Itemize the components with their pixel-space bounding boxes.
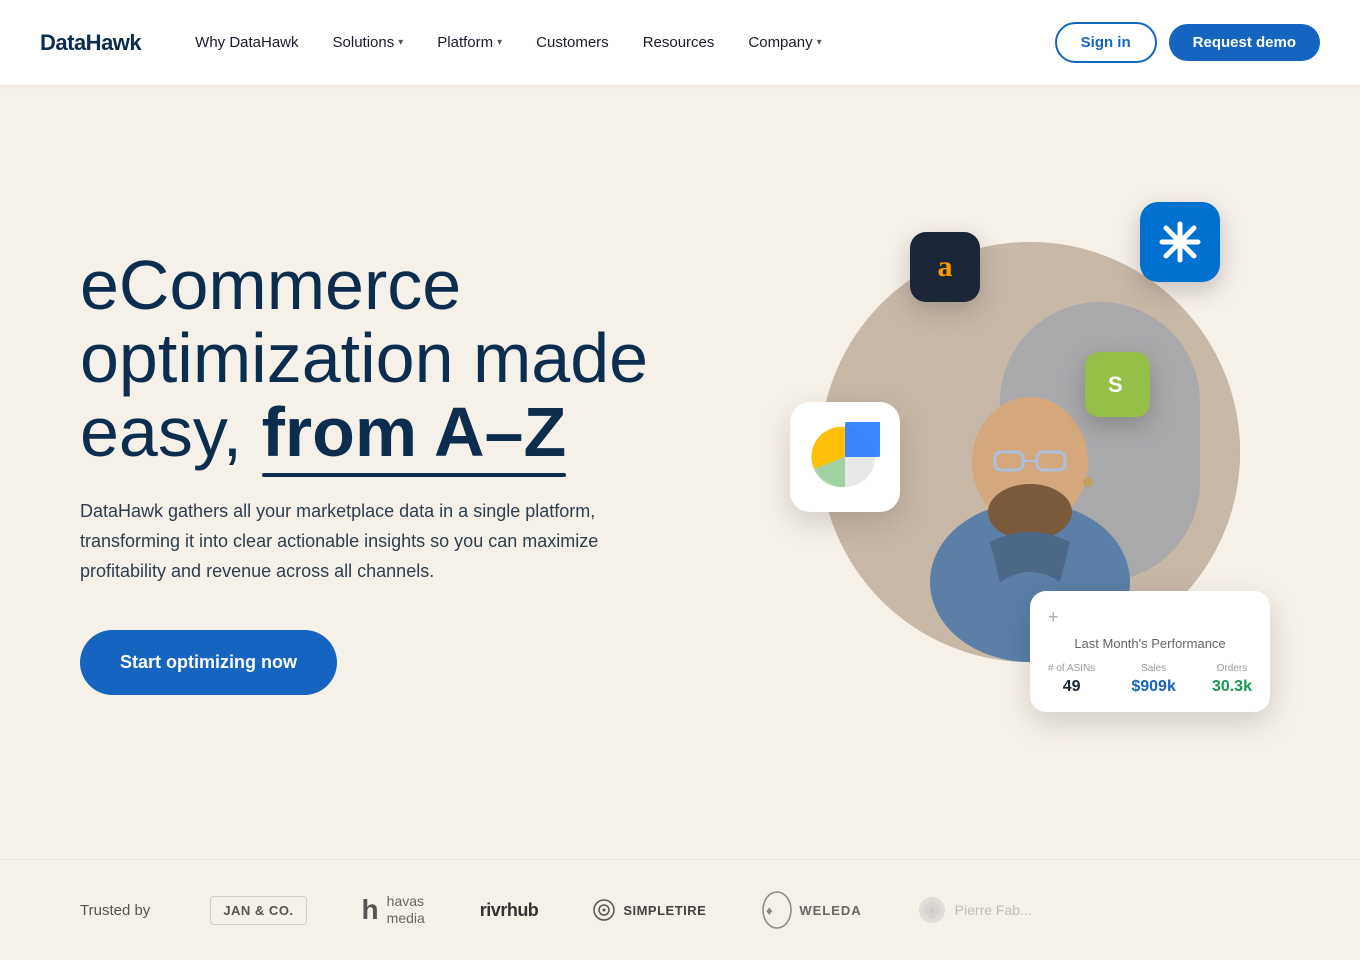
trusted-by-bar: Trusted by JAN & CO. h havasmedia rivrhu… — [0, 859, 1360, 960]
svg-text:S: S — [1108, 372, 1123, 397]
pie-chart-svg — [810, 422, 880, 492]
nav-link-resources[interactable]: Resources — [629, 26, 729, 59]
metric-sales-value: $909k — [1131, 678, 1176, 696]
metric-asins-value: 49 — [1048, 678, 1095, 696]
shopify-icon: S — [1085, 352, 1150, 417]
metric-orders: Orders 30.3k — [1212, 663, 1252, 696]
logo-weleda: ♦ WELEDA — [761, 890, 861, 930]
amazon-icon: a — [910, 232, 980, 302]
start-optimizing-button[interactable]: Start optimizing now — [80, 630, 337, 695]
nav-link-company[interactable]: Company ▾ — [734, 26, 835, 59]
logo-simpletire: SIMPLETIRE — [593, 899, 706, 921]
nav-logo[interactable]: DataHawk — [40, 30, 141, 56]
nav-link-why[interactable]: Why DataHawk — [181, 26, 312, 59]
hero-title: eCommerce optimization made easy, from A… — [80, 249, 690, 470]
hero-right: a S — [690, 182, 1300, 762]
metric-sales-label: Sales — [1131, 663, 1176, 674]
trusted-label: Trusted by — [80, 902, 150, 919]
logo-havas: h havasmedia — [362, 893, 425, 927]
walmart-icon — [1140, 202, 1220, 282]
chevron-down-icon: ▾ — [817, 37, 822, 48]
nav-links: Why DataHawk Solutions ▾ Platform ▾ Cust… — [181, 26, 1054, 59]
nav-link-customers[interactable]: Customers — [522, 26, 623, 59]
metric-orders-value: 30.3k — [1212, 678, 1252, 696]
metric-orders-label: Orders — [1212, 663, 1252, 674]
chevron-down-icon: ▾ — [497, 37, 502, 48]
metric-asins: # of ASINs 49 — [1048, 663, 1095, 696]
logo-rivrhub: rivrhub — [480, 900, 539, 921]
nav-link-platform[interactable]: Platform ▾ — [423, 26, 516, 59]
pie-chart-card — [790, 402, 900, 512]
metric-asins-label: # of ASINs — [1048, 663, 1095, 674]
request-demo-button[interactable]: Request demo — [1169, 24, 1320, 61]
hero-description: DataHawk gathers all your marketplace da… — [80, 497, 640, 586]
hero-left: eCommerce optimization made easy, from A… — [80, 249, 690, 696]
logo-pierre-fabre: Pierre Fab... — [917, 895, 1032, 925]
logo-jordan: JAN & CO. — [210, 896, 306, 925]
perf-plus-icon: + — [1048, 607, 1252, 628]
navbar: DataHawk Why DataHawk Solutions ▾ Platfo… — [0, 0, 1360, 85]
nav-actions: Sign in Request demo — [1055, 22, 1320, 63]
perf-metrics: # of ASINs 49 Sales $909k Orders 30.3k — [1048, 663, 1252, 696]
chevron-down-icon: ▾ — [398, 37, 403, 48]
perf-card-title: Last Month's Performance — [1048, 636, 1252, 651]
nav-link-solutions[interactable]: Solutions ▾ — [319, 26, 418, 59]
metric-sales: Sales $909k — [1131, 663, 1176, 696]
svg-text:♦: ♦ — [766, 903, 773, 918]
signin-button[interactable]: Sign in — [1055, 22, 1157, 63]
performance-card: + Last Month's Performance # of ASINs 49… — [1030, 591, 1270, 712]
hero-section: eCommerce optimization made easy, from A… — [0, 85, 1360, 859]
trusted-logos: JAN & CO. h havasmedia rivrhub SIMPLETIR… — [210, 890, 1280, 930]
